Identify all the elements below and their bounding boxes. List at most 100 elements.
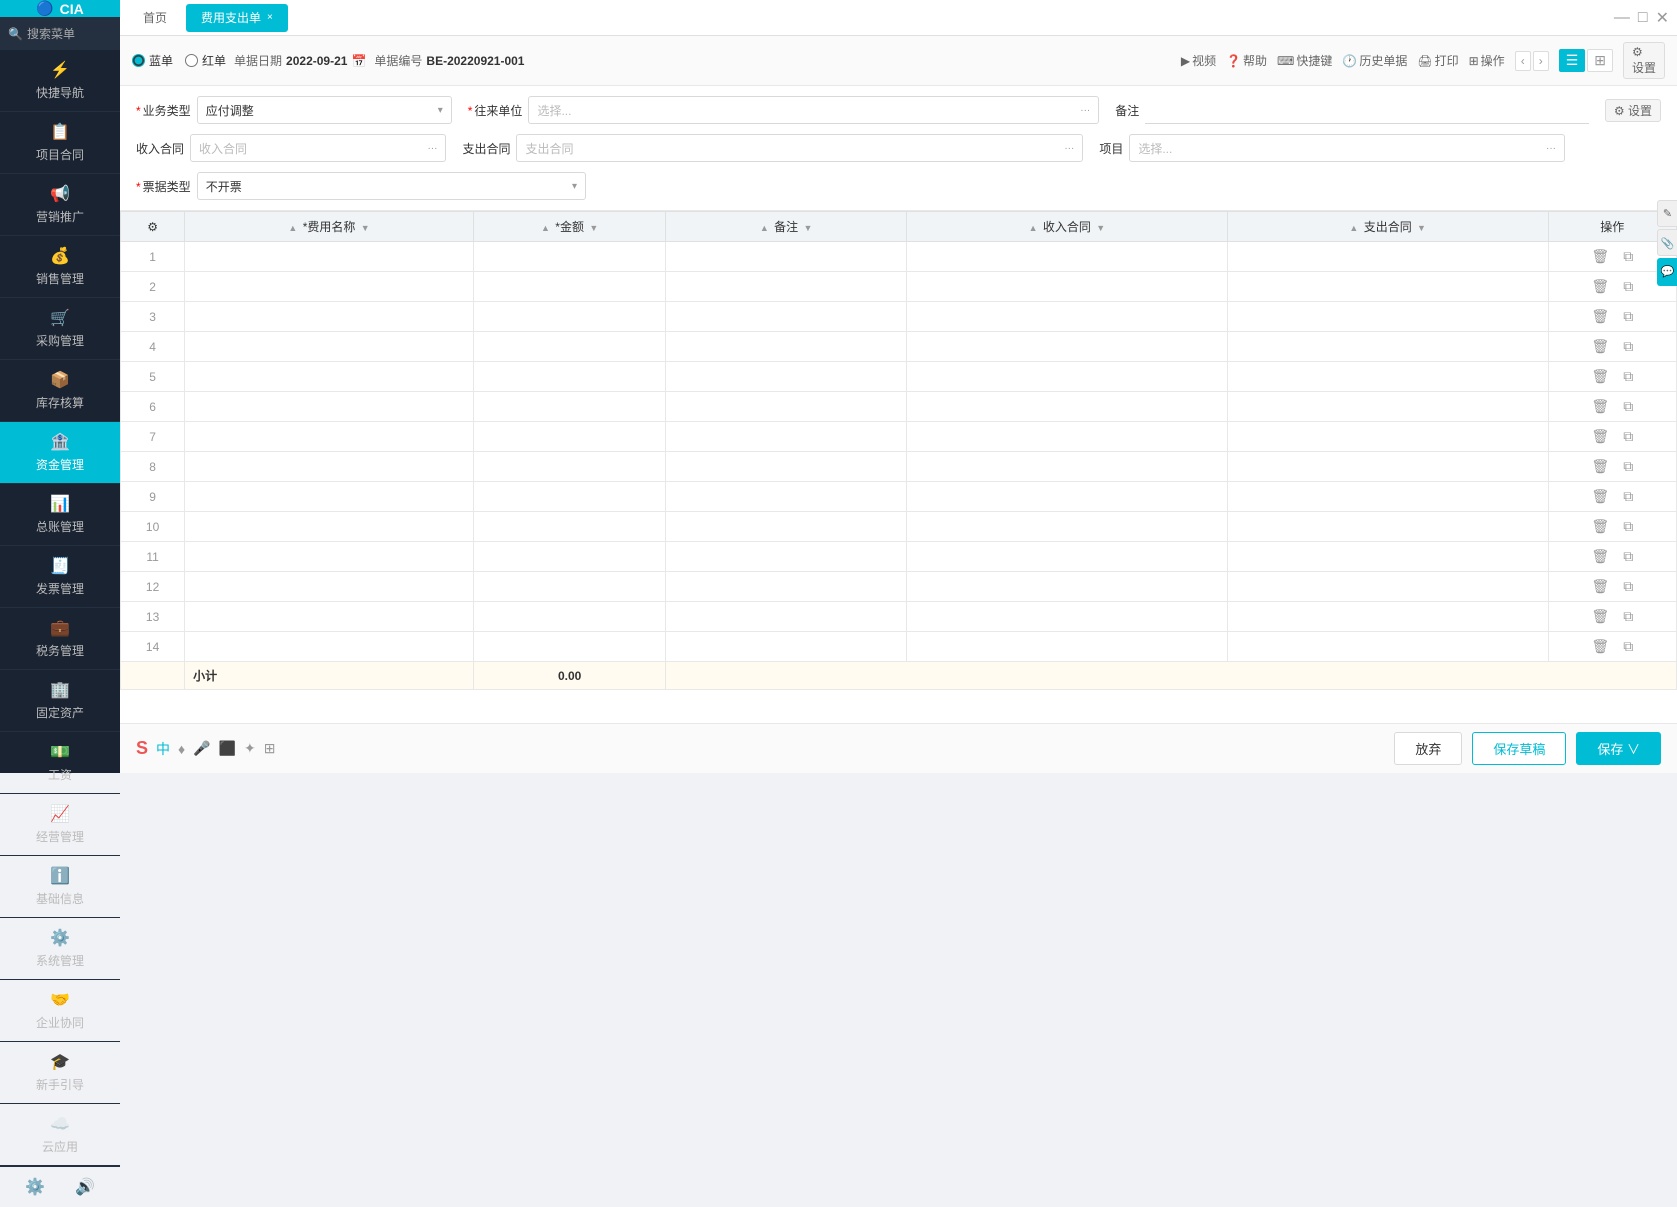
remark-cell[interactable] [666,302,907,332]
audio-footer-icon[interactable]: 🔊 [75,1177,95,1197]
input-tool-mic[interactable]: 🎤 [193,740,210,757]
income-contract-cell[interactable] [906,272,1227,302]
nav-next[interactable]: › [1533,51,1549,71]
amount-cell[interactable] [473,362,665,392]
delete-row-btn[interactable]: 🗑 [1587,606,1613,627]
expense-name-cell[interactable] [185,242,474,272]
operations-btn[interactable]: ⊞ 操作 [1469,52,1505,69]
expense-contract-input[interactable]: 支出合同 ··· [516,134,1083,162]
sidebar-item-invoice[interactable]: 🧾 发票管理 [0,546,120,608]
sidebar-item-basic-info[interactable]: ℹ️ 基础信息 [0,856,120,918]
income-contract-cell[interactable] [906,242,1227,272]
expense-contract-cell[interactable] [1227,392,1548,422]
settings-footer-icon[interactable]: ⚙️ [25,1177,45,1197]
copy-row-btn[interactable]: ⧉ [1619,456,1637,477]
col-expense-contract[interactable]: ▲ 支出合同 ▼ [1227,212,1548,242]
edge-tab-3[interactable]: 💬 [1657,258,1677,285]
input-tool-zhong[interactable]: 中 [156,739,170,759]
sidebar-item-quick-nav[interactable]: ⚡ 快捷导航 [0,50,120,112]
calendar-icon[interactable]: 📅 [351,54,366,68]
expense-name-cell[interactable] [185,512,474,542]
amount-cell[interactable] [473,392,665,422]
amount-cell[interactable] [473,302,665,332]
remark-cell[interactable] [666,632,907,662]
save-draft-button[interactable]: 保存草稿 [1472,732,1566,765]
business-type-select[interactable]: 应付调整 ▾ [197,96,452,124]
amount-cell[interactable] [473,452,665,482]
income-contract-cell[interactable] [906,572,1227,602]
sidebar-item-sales[interactable]: 💰 销售管理 [0,236,120,298]
amount-cell[interactable] [473,572,665,602]
expense-name-cell[interactable] [185,632,474,662]
expense-contract-cell[interactable] [1227,332,1548,362]
expense-name-cell[interactable] [185,602,474,632]
save-button[interactable]: 保存 ∨ [1576,732,1661,765]
income-contract-cell[interactable] [906,362,1227,392]
copy-row-btn[interactable]: ⧉ [1619,546,1637,567]
amount-cell[interactable] [473,272,665,302]
tab-home[interactable]: 首页 [128,4,182,32]
shortcut-btn[interactable]: ⌨ 快捷键 [1277,52,1332,69]
delete-row-btn[interactable]: 🗑 [1587,456,1613,477]
delete-row-btn[interactable]: 🗑 [1587,426,1613,447]
income-contract-cell[interactable] [906,422,1227,452]
copy-row-btn[interactable]: ⧉ [1619,426,1637,447]
remark-cell[interactable] [666,362,907,392]
expense-name-cell[interactable] [185,332,474,362]
amount-cell[interactable] [473,542,665,572]
sidebar-item-new-user[interactable]: 🎓 新手引导 [0,1042,120,1104]
copy-row-btn[interactable]: ⧉ [1619,306,1637,327]
remark-input[interactable] [1145,96,1589,124]
copy-row-btn[interactable]: ⧉ [1619,516,1637,537]
window-close[interactable]: ✕ [1656,8,1669,28]
income-contract-cell[interactable] [906,452,1227,482]
delete-row-btn[interactable]: 🗑 [1587,336,1613,357]
expense-name-cell[interactable] [185,482,474,512]
edge-tab-2[interactable]: 📎 [1657,229,1677,256]
col-settings[interactable]: ⚙ [121,212,185,242]
copy-row-btn[interactable]: ⧉ [1619,606,1637,627]
sidebar-item-marketing[interactable]: 📢 营销推广 [0,174,120,236]
expense-name-cell[interactable] [185,542,474,572]
income-contract-cell[interactable] [906,542,1227,572]
view-list-btn[interactable]: ☰ [1559,49,1586,72]
expense-name-cell[interactable] [185,362,474,392]
radio-red[interactable]: 红单 [185,52,226,69]
remark-cell[interactable] [666,512,907,542]
col-income-contract[interactable]: ▲ 收入合同 ▼ [906,212,1227,242]
copy-row-btn[interactable]: ⧉ [1619,486,1637,507]
expense-name-cell[interactable] [185,392,474,422]
remark-cell[interactable] [666,572,907,602]
delete-row-btn[interactable]: 🗑 [1587,636,1613,657]
expense-name-cell[interactable] [185,302,474,332]
remark-cell[interactable] [666,272,907,302]
expense-contract-cell[interactable] [1227,362,1548,392]
sidebar-item-purchase[interactable]: 🛒 采购管理 [0,298,120,360]
sidebar-item-capital[interactable]: 🏦 资金管理 [0,422,120,484]
expense-contract-cell[interactable] [1227,272,1548,302]
expense-contract-cell[interactable] [1227,242,1548,272]
delete-row-btn[interactable]: 🗑 [1587,486,1613,507]
expense-contract-cell[interactable] [1227,542,1548,572]
copy-row-btn[interactable]: ⧉ [1619,276,1637,297]
window-minimize[interactable]: — [1614,9,1630,27]
sidebar-item-cloud[interactable]: ☁️ 云应用 [0,1104,120,1166]
amount-cell[interactable] [473,242,665,272]
video-btn[interactable]: ▶ 视频 [1181,52,1216,69]
amount-cell[interactable] [473,422,665,452]
col-amount[interactable]: ▲ *金额 ▼ [473,212,665,242]
sidebar-search[interactable]: 🔍 搜索菜单 [0,17,120,50]
expense-contract-cell[interactable] [1227,482,1548,512]
remark-cell[interactable] [666,242,907,272]
delete-row-btn[interactable]: 🗑 [1587,576,1613,597]
amount-cell[interactable] [473,332,665,362]
project-input[interactable]: 选择... ··· [1129,134,1565,162]
delete-row-btn[interactable]: 🗑 [1587,396,1613,417]
help-btn[interactable]: ❓ 帮助 [1226,52,1267,69]
remark-cell[interactable] [666,452,907,482]
copy-row-btn[interactable]: ⧉ [1619,576,1637,597]
input-tool-grid[interactable]: ⊞ [264,740,276,757]
sidebar-item-project-contract[interactable]: 📋 项目合同 [0,112,120,174]
delete-row-btn[interactable]: 🗑 [1587,306,1613,327]
partner-input[interactable]: 选择... ··· [528,96,1099,124]
